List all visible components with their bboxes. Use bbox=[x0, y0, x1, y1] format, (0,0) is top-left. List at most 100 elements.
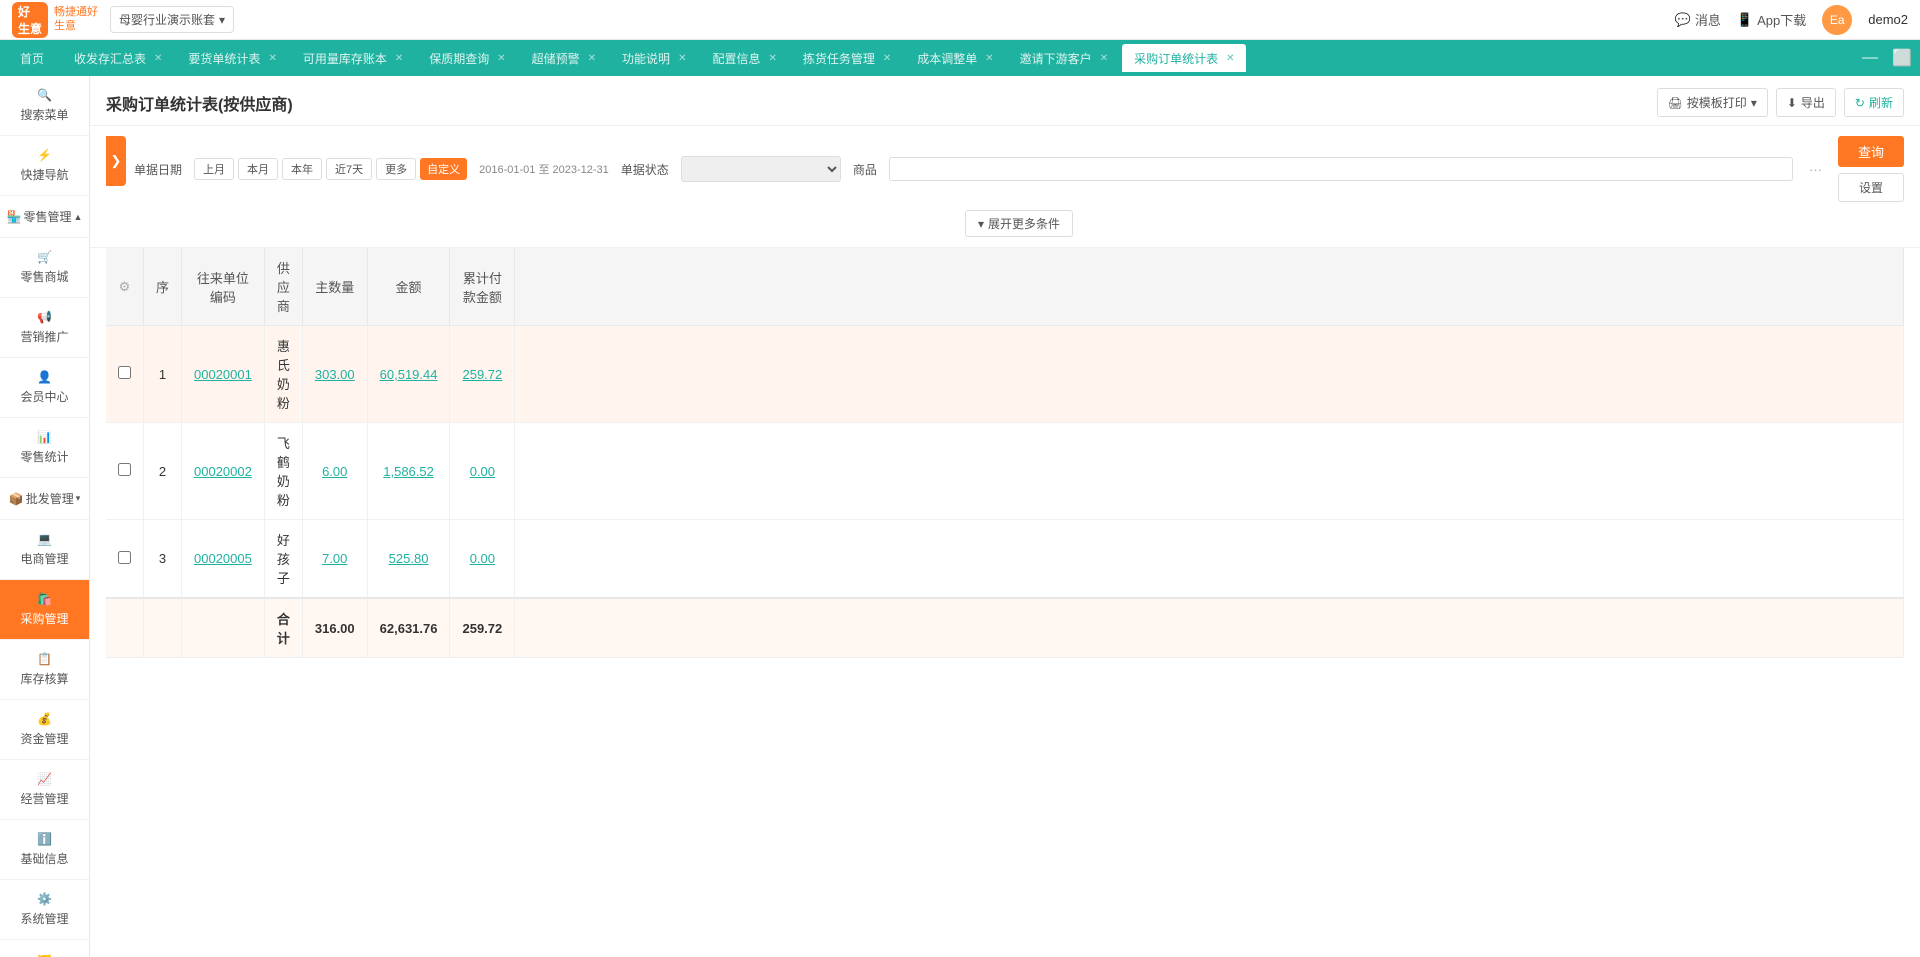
message-button[interactable]: 💬 消息 bbox=[1675, 10, 1721, 29]
sidebar-item-finance[interactable]: 💰 资金管理 bbox=[0, 700, 89, 760]
col-settings[interactable]: ⚙ bbox=[106, 248, 144, 326]
close-icon[interactable]: ✕ bbox=[768, 53, 776, 64]
cell-no: 3 bbox=[144, 520, 182, 599]
date-btn-custom[interactable]: 自定义 bbox=[420, 158, 467, 180]
footer-checkbox-cell bbox=[106, 598, 144, 658]
sidebar-item-label: 营销推广 bbox=[20, 328, 68, 345]
tab-function-desc[interactable]: 功能说明 ✕ bbox=[610, 44, 698, 72]
more-options-icon[interactable]: ··· bbox=[1805, 160, 1826, 179]
sidebar-item-member[interactable]: 👤 会员中心 bbox=[0, 358, 89, 418]
workspace-selector[interactable]: 母婴行业演示账套 ▾ bbox=[110, 6, 234, 33]
tab-invite-customer[interactable]: 邀请下游客户 ✕ bbox=[1008, 44, 1120, 72]
cell-unit-code[interactable]: 00020002 bbox=[182, 423, 265, 520]
table-body: 1 00020001 惠氏奶粉 303.00 60,519.44 259.72 … bbox=[106, 326, 1904, 599]
close-icon[interactable]: ✕ bbox=[1226, 53, 1234, 64]
date-btn-last-month[interactable]: 上月 bbox=[194, 158, 234, 180]
sidebar-item-label: 库存核算 bbox=[20, 670, 68, 687]
close-icon[interactable]: ✕ bbox=[497, 53, 505, 64]
row-checkbox[interactable] bbox=[118, 551, 131, 564]
sidebar-item-operations[interactable]: 📈 经营管理 bbox=[0, 760, 89, 820]
chevron-down-icon: ▾ bbox=[978, 217, 984, 231]
date-btn-more[interactable]: 更多 bbox=[376, 158, 416, 180]
col-unit-code: 往来单位编码 bbox=[182, 248, 265, 326]
sidebar-item-basics[interactable]: ℹ️ 基础信息 bbox=[0, 820, 89, 880]
close-icon[interactable]: ✕ bbox=[268, 53, 276, 64]
clipboard-icon: 📋 bbox=[37, 652, 52, 666]
date-quick-buttons: 上月 本月 本年 近7天 更多 自定义 bbox=[194, 158, 467, 180]
close-icon[interactable]: ✕ bbox=[395, 53, 403, 64]
cell-quantity[interactable]: 6.00 bbox=[302, 423, 367, 520]
table-wrapper: ⚙ 序 往来单位编码 供应商 主数量 金额 累计付款金额 1 0002000 bbox=[90, 248, 1920, 957]
collapse-button[interactable]: ❯ bbox=[106, 136, 126, 186]
sidebar-item-system[interactable]: ⚙️ 系统管理 bbox=[0, 880, 89, 940]
tab-warranty-query[interactable]: 保质期查询 ✕ bbox=[417, 44, 517, 72]
close-icon[interactable]: ✕ bbox=[588, 53, 596, 64]
tab-purchase-summary[interactable]: 采购订单统计表 ✕ bbox=[1122, 44, 1246, 72]
tab-available-stock[interactable]: 可用量库存账本 ✕ bbox=[291, 44, 415, 72]
close-icon[interactable]: ✕ bbox=[154, 53, 162, 64]
sidebar-item-search[interactable]: 🔍 搜索菜单 bbox=[0, 76, 89, 136]
template-print-button[interactable]: 🖨 按模板打印 ▾ bbox=[1657, 88, 1768, 117]
content-area: 采购订单统计表(按供应商) 🖨 按模板打印 ▾ ⬇ 导出 ↻ 刷新 bbox=[90, 76, 1920, 957]
sidebar-item-inventory[interactable]: 📋 库存核算 bbox=[0, 640, 89, 700]
tab-order-summary[interactable]: 要货单统计表 ✕ bbox=[176, 44, 288, 72]
status-select[interactable] bbox=[681, 156, 841, 182]
close-icon[interactable]: ✕ bbox=[985, 53, 993, 64]
cell-checkbox[interactable] bbox=[106, 423, 144, 520]
cell-amount[interactable]: 525.80 bbox=[367, 520, 450, 599]
close-icon[interactable]: ✕ bbox=[1100, 53, 1108, 64]
tab-receive-summary[interactable]: 收发存汇总表 ✕ bbox=[62, 44, 174, 72]
cell-unit-code[interactable]: 00020001 bbox=[182, 326, 265, 423]
sidebar-item-enterprise[interactable]: 🤝 企业协同 bbox=[0, 940, 89, 957]
maximize-icon[interactable]: ⬜ bbox=[1888, 46, 1916, 70]
cell-extra bbox=[515, 423, 1904, 520]
cell-unit-code[interactable]: 00020005 bbox=[182, 520, 265, 599]
sidebar-item-marketing[interactable]: 📢 营销推广 bbox=[0, 298, 89, 358]
sidebar-item-label: 系统管理 bbox=[20, 910, 68, 927]
cell-paid[interactable]: 0.00 bbox=[450, 423, 515, 520]
cell-paid[interactable]: 0.00 bbox=[450, 520, 515, 599]
close-icon[interactable]: ✕ bbox=[678, 53, 686, 64]
date-btn-this-year[interactable]: 本年 bbox=[282, 158, 322, 180]
cell-quantity[interactable]: 7.00 bbox=[302, 520, 367, 599]
cell-checkbox[interactable] bbox=[106, 326, 144, 423]
expand-more-button[interactable]: ▾ 展开更多条件 bbox=[965, 210, 1073, 237]
cell-amount[interactable]: 60,519.44 bbox=[367, 326, 450, 423]
query-button[interactable]: 查询 bbox=[1838, 136, 1904, 167]
settings-button[interactable]: 设置 bbox=[1838, 173, 1904, 202]
cell-amount[interactable]: 1,586.52 bbox=[367, 423, 450, 520]
sidebar-item-retail-mall[interactable]: 🛒 零售商城 bbox=[0, 238, 89, 298]
minimize-icon[interactable]: — bbox=[1858, 47, 1882, 69]
cell-quantity[interactable]: 303.00 bbox=[302, 326, 367, 423]
goods-input[interactable] bbox=[889, 157, 1793, 181]
sidebar-item-shortcut[interactable]: ⚡ 快捷导航 bbox=[0, 136, 89, 196]
row-checkbox[interactable] bbox=[118, 366, 131, 379]
main-layout: 🔍 搜索菜单 ⚡ 快捷导航 🏪 零售管理 ▲ 🛒 零售商城 📢 营销推广 👤 会… bbox=[0, 76, 1920, 957]
table-footer: 合计 316.00 62,631.76 259.72 bbox=[106, 598, 1904, 658]
app-download-button[interactable]: 📱 App下载 bbox=[1737, 10, 1806, 29]
tab-cost-adjust[interactable]: 成本调整单 ✕ bbox=[905, 44, 1005, 72]
cell-paid[interactable]: 259.72 bbox=[450, 326, 515, 423]
close-icon[interactable]: ✕ bbox=[883, 53, 891, 64]
tab-overstock-alert[interactable]: 超储预警 ✕ bbox=[520, 44, 608, 72]
workspace-arrow-icon: ▾ bbox=[219, 13, 225, 27]
sidebar-item-retail[interactable]: 🏪 零售管理 ▲ bbox=[0, 196, 89, 238]
row-checkbox[interactable] bbox=[118, 463, 131, 476]
export-button[interactable]: ⬇ 导出 bbox=[1776, 88, 1836, 117]
tab-config-info[interactable]: 配置信息 ✕ bbox=[700, 44, 788, 72]
sidebar-item-retail-stats[interactable]: 📊 零售统计 bbox=[0, 418, 89, 478]
user-name[interactable]: demo2 bbox=[1868, 12, 1908, 27]
sidebar-item-purchase[interactable]: 🛍️ 采购管理 bbox=[0, 580, 89, 640]
cart-icon: 🛒 bbox=[37, 250, 52, 264]
sidebar-item-wholesale[interactable]: 📦 批发管理 ▾ bbox=[0, 478, 89, 520]
message-label: 消息 bbox=[1695, 10, 1721, 29]
cell-checkbox[interactable] bbox=[106, 520, 144, 599]
btn-export-label: 导出 bbox=[1801, 94, 1825, 111]
sidebar-item-ecommerce[interactable]: 💻 电商管理 bbox=[0, 520, 89, 580]
refresh-button[interactable]: ↻ 刷新 bbox=[1844, 88, 1904, 117]
tab-pick-task[interactable]: 拣货任务管理 ✕ bbox=[791, 44, 903, 72]
date-btn-7days[interactable]: 近7天 bbox=[326, 158, 372, 180]
col-extra bbox=[515, 248, 1904, 326]
tab-home[interactable]: 首页 bbox=[4, 44, 60, 72]
date-btn-this-month[interactable]: 本月 bbox=[238, 158, 278, 180]
